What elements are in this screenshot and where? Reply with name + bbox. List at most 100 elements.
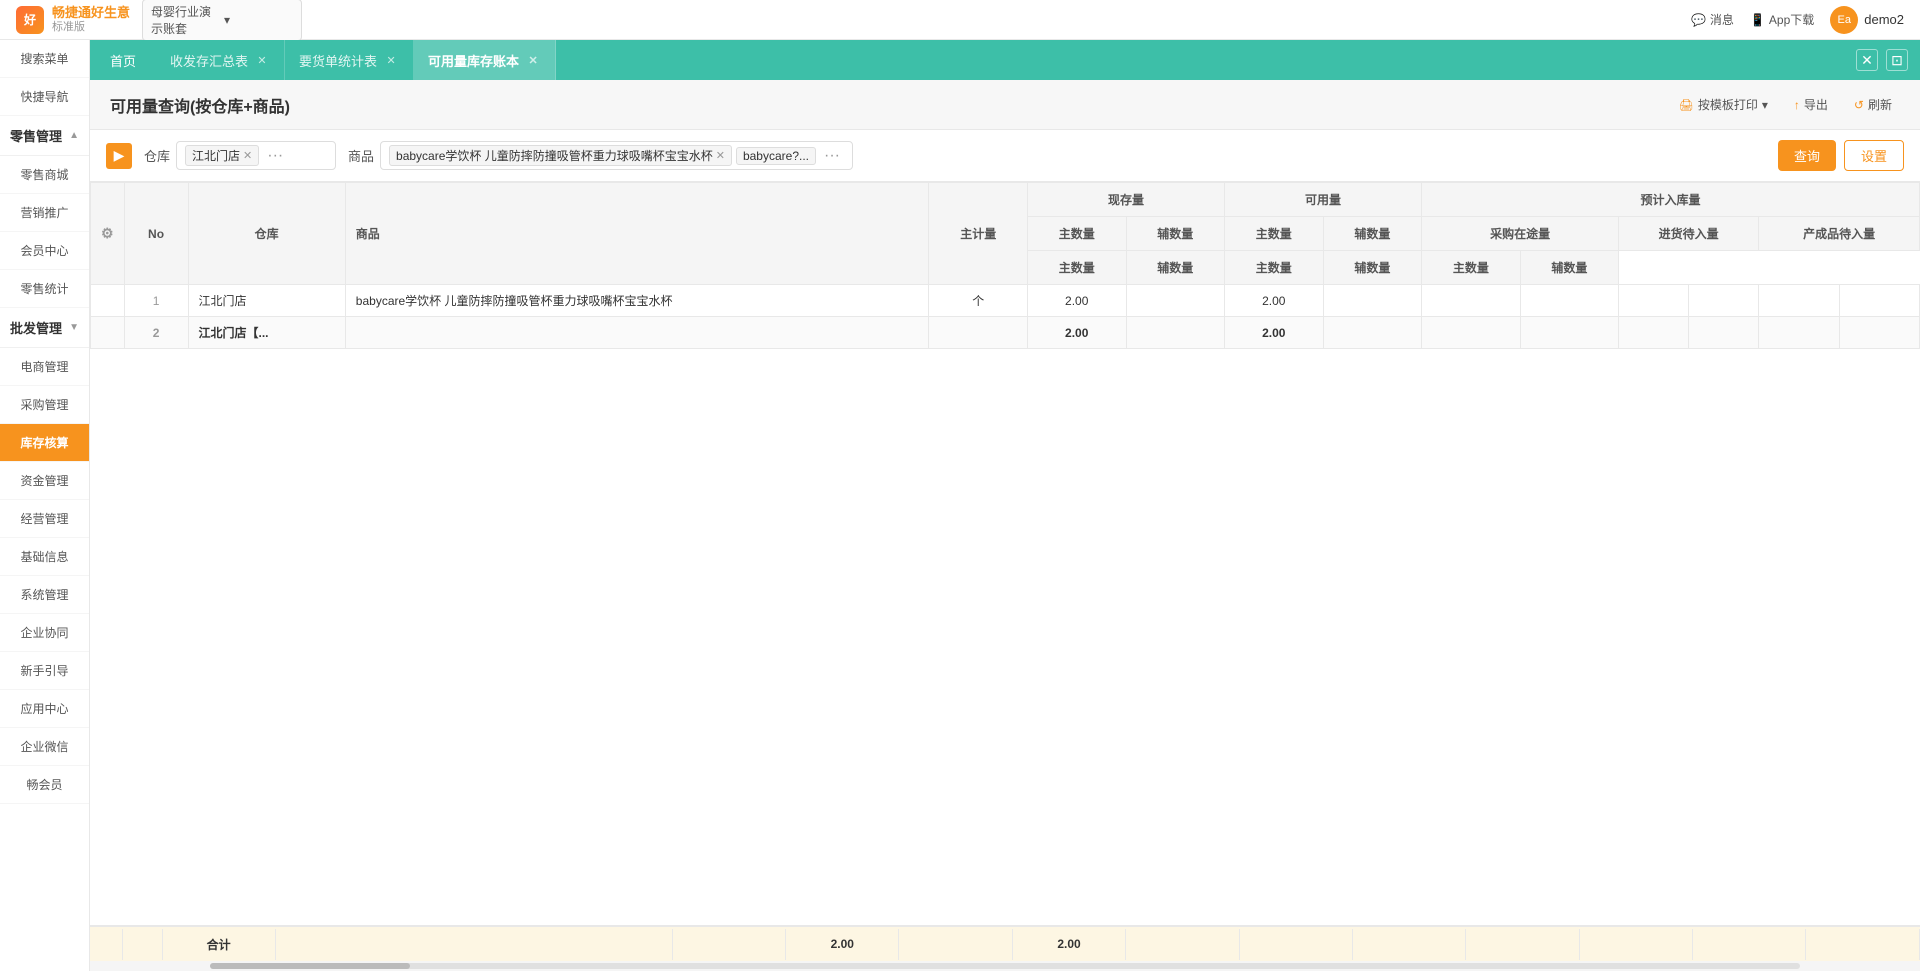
sidebar-item-quicknav[interactable]: 快捷导航 <box>0 78 89 116</box>
scrollbar-thumb[interactable] <box>210 963 410 969</box>
cell-no-2: 2 <box>124 317 188 349</box>
tab-bar: 首页 收发存汇总表 ✕ 要货单统计表 ✕ 可用量库存账本 ✕ ✕ ⊡ <box>90 40 1920 80</box>
logo-text: 畅捷通好生意 标准版 <box>52 5 130 34</box>
th-main-unit: 主计量 <box>929 183 1028 285</box>
footer-table: 合计 2.00 2.00 <box>90 929 1920 960</box>
table-row: 1 江北门店 babycare学饮杯 儿童防摔防撞吸管杯重力球吸嘴杯宝宝水杯 个… <box>91 285 1920 317</box>
th-forecast-group: 预计入库量 <box>1422 183 1920 217</box>
column-settings-icon: ⚙ <box>101 225 114 241</box>
filter-area: ▶ 仓库 江北门店 ✕ ··· 商品 babycare学饮杯 儿童防摔防撞吸管杯… <box>90 130 1920 182</box>
tab-close-order-stats[interactable]: ✕ <box>383 52 399 68</box>
filter-toggle-btn[interactable]: ▶ <box>106 143 132 169</box>
product-label: 商品 <box>348 146 374 165</box>
product-more-btn[interactable]: ··· <box>820 147 844 165</box>
table-wrapper[interactable]: ⚙ No 仓库 商品 主计量 现存量 可用量 预计入库量 主数量 辅数量 主数量 <box>90 182 1920 925</box>
footer-label: 合计 <box>162 929 275 960</box>
warehouse-tag: 江北门店 ✕ <box>185 145 259 166</box>
print-template-btn[interactable]: 🖨 按模板打印 ▾ <box>1671 92 1776 117</box>
th-settings[interactable]: ⚙ <box>91 183 125 285</box>
sidebar-item-purchase[interactable]: 采购管理 <box>0 386 89 424</box>
horizontal-scrollbar[interactable] <box>90 961 1920 971</box>
avatar: Ea <box>1830 6 1858 34</box>
th-prod-aux: 辅数量 <box>1520 251 1619 285</box>
footer-avail-main: 2.00 <box>1012 929 1125 960</box>
sidebar-item-operations[interactable]: 经营管理 <box>0 500 89 538</box>
query-button[interactable]: 查询 <box>1778 140 1836 171</box>
th-no: No <box>124 183 188 285</box>
cell-settings-2 <box>91 317 125 349</box>
cell-stock-aux-2 <box>1126 317 1225 349</box>
refresh-btn[interactable]: ↺ 刷新 <box>1846 92 1900 117</box>
warehouse-tag-remove[interactable]: ✕ <box>243 149 252 162</box>
sidebar-item-newbie[interactable]: 新手引导 <box>0 652 89 690</box>
th-incoming: 进货待入量 <box>1619 217 1759 251</box>
filter-actions: 查询 设置 <box>1778 140 1904 171</box>
app-download-btn[interactable]: 📱 App下载 <box>1750 11 1814 28</box>
sidebar-item-finance[interactable]: 资金管理 <box>0 462 89 500</box>
cell-product-2 <box>345 317 929 349</box>
sidebar-item-member[interactable]: 会员中心 <box>0 232 89 270</box>
cell-unit-2 <box>929 317 1028 349</box>
export-icon: ↑ <box>1794 98 1800 112</box>
sidebar-item-inventory[interactable]: 库存核算 <box>0 424 89 462</box>
th-stock-group: 现存量 <box>1027 183 1224 217</box>
settings-button[interactable]: 设置 <box>1844 140 1904 171</box>
warehouse-more-btn[interactable]: ··· <box>263 147 287 165</box>
th-production: 产成品待入量 <box>1759 217 1920 251</box>
sidebar-item-ecommerce[interactable]: 电商管理 <box>0 348 89 386</box>
top-bar-left: 好 畅捷通好生意 标准版 母婴行业演示账套 ▾ <box>16 0 302 41</box>
sidebar-item-basic-info[interactable]: 基础信息 <box>0 538 89 576</box>
sidebar-item-system[interactable]: 系统管理 <box>0 576 89 614</box>
warehouse-filter-input[interactable]: 江北门店 ✕ ··· <box>176 141 336 170</box>
product-tag1-remove[interactable]: ✕ <box>716 149 725 162</box>
sidebar-item-app-center[interactable]: 应用中心 <box>0 690 89 728</box>
th-pur-main: 主数量 <box>1027 251 1126 285</box>
page-title: 可用量查询(按仓库+商品) <box>110 93 290 117</box>
cell-pur-aux-1 <box>1520 285 1619 317</box>
th-avail-main: 主数量 <box>1225 217 1324 251</box>
tab-home[interactable]: 首页 <box>90 40 156 80</box>
export-btn[interactable]: ↑ 导出 <box>1786 92 1836 117</box>
tab-close-btn[interactable]: ✕ <box>1856 49 1878 71</box>
sidebar-item-retail-mgmt[interactable]: 零售管理 ▲ <box>0 116 89 156</box>
warehouse-filter-group: 仓库 江北门店 ✕ ··· <box>144 141 336 170</box>
sidebar-item-retail-stats[interactable]: 零售统计 <box>0 270 89 308</box>
warehouse-label: 仓库 <box>144 146 170 165</box>
footer-stock-main: 2.00 <box>786 929 899 960</box>
sidebar-item-enterprise-wechat[interactable]: 企业微信 <box>0 728 89 766</box>
th-avail-aux: 辅数量 <box>1323 217 1422 251</box>
th-stock-main: 主数量 <box>1027 217 1126 251</box>
sidebar-item-collab[interactable]: 企业协同 <box>0 614 89 652</box>
tab-close-available[interactable]: ✕ <box>525 52 541 68</box>
cell-avail-main-2: 2.00 <box>1225 317 1324 349</box>
print-icon: 🖨 <box>1679 98 1694 112</box>
product-filter-input[interactable]: babycare学饮杯 儿童防摔防撞吸管杯重力球吸嘴杯宝宝水杯 ✕ babyca… <box>380 141 853 170</box>
cell-pur-main-2 <box>1422 317 1521 349</box>
sidebar-item-chang-member[interactable]: 畅会员 <box>0 766 89 804</box>
cell-prod-aux-2 <box>1839 317 1919 349</box>
product-filter-group: 商品 babycare学饮杯 儿童防摔防撞吸管杯重力球吸嘴杯宝宝水杯 ✕ bab… <box>348 141 853 170</box>
tab-available[interactable]: 可用量库存账本 ✕ <box>414 40 556 80</box>
sidebar-item-marketing[interactable]: 营销推广 <box>0 194 89 232</box>
cell-inc-aux-1 <box>1689 285 1759 317</box>
tab-restore-btn[interactable]: ⊡ <box>1886 49 1908 71</box>
tab-order-stats[interactable]: 要货单统计表 ✕ <box>285 40 414 80</box>
tab-summary[interactable]: 收发存汇总表 ✕ <box>156 40 285 80</box>
sidebar-item-wholesale[interactable]: 批发管理 ▼ <box>0 308 89 348</box>
tab-close-summary[interactable]: ✕ <box>254 52 270 68</box>
th-prod-main: 主数量 <box>1422 251 1521 285</box>
page-actions: 🖨 按模板打印 ▾ ↑ 导出 ↺ 刷新 <box>1671 92 1900 117</box>
industry-selector[interactable]: 母婴行业演示账套 ▾ <box>142 0 302 41</box>
message-btn[interactable]: 💬 消息 <box>1691 11 1734 28</box>
page-header: 可用量查询(按仓库+商品) 🖨 按模板打印 ▾ ↑ 导出 ↺ 刷新 <box>90 80 1920 130</box>
product-tag-1: babycare学饮杯 儿童防摔防撞吸管杯重力球吸嘴杯宝宝水杯 ✕ <box>389 145 732 166</box>
sidebar-item-retail-mall[interactable]: 零售商城 <box>0 156 89 194</box>
sidebar-item-search[interactable]: 搜索菜单 <box>0 40 89 78</box>
cell-no-1: 1 <box>124 285 188 317</box>
user-area[interactable]: Ea demo2 <box>1830 6 1904 34</box>
cell-avail-main-1: 2.00 <box>1225 285 1324 317</box>
cell-pur-aux-2 <box>1520 317 1619 349</box>
th-warehouse: 仓库 <box>188 183 345 285</box>
top-bar-right: 💬 消息 📱 App下载 Ea demo2 <box>1691 6 1904 34</box>
table-footer: 合计 2.00 2.00 <box>90 925 1920 961</box>
